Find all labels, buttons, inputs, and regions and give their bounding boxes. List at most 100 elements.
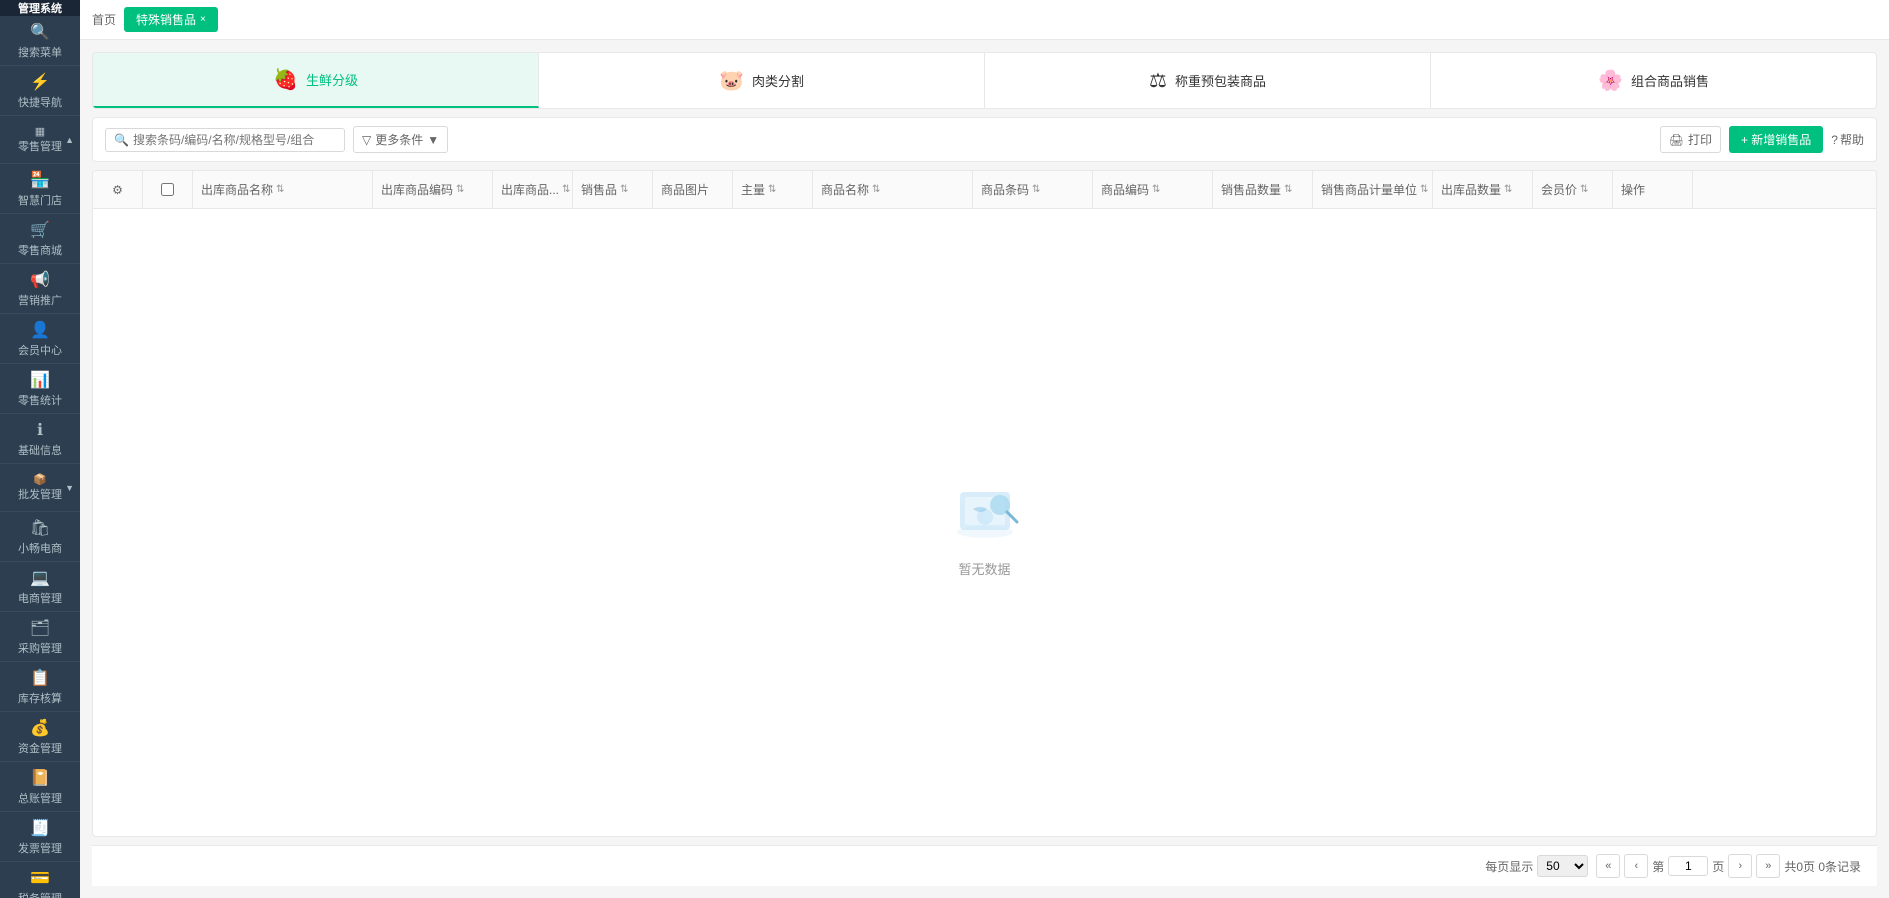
- sidebar-invoice-label: 发票管理: [18, 840, 62, 856]
- member-center-icon: 👤: [30, 320, 50, 340]
- help-button[interactable]: ? 帮助: [1831, 131, 1864, 148]
- th-out-code[interactable]: 出库商品编码 ⇅: [373, 171, 493, 208]
- th-img-label: 商品图片: [661, 181, 709, 198]
- th-product-name[interactable]: 商品名称 ⇅: [813, 171, 973, 208]
- sidebar-basic-info-label: 基础信息: [18, 442, 62, 458]
- filter-arrow-icon: ▼: [427, 133, 439, 147]
- product-type-tabs: 🍓 生鲜分级 🐷 肉类分割 ⚖ 称重预包装商品 🌸 组合商品销售: [92, 52, 1877, 109]
- sidebar-item-quick-nav[interactable]: ⚡ 快捷导航: [0, 66, 80, 116]
- sidebar-item-tax-mgmt[interactable]: 💳 税务管理: [0, 862, 80, 898]
- prev-page-button[interactable]: ‹: [1624, 854, 1648, 878]
- sort-out-code-icon: ⇅: [456, 184, 464, 195]
- sidebar-item-search-menu[interactable]: 🔍 搜索菜单: [0, 16, 80, 66]
- topbar-active-tab[interactable]: 特殊销售品 ×: [124, 7, 218, 32]
- basic-info-icon: ℹ: [37, 420, 43, 440]
- tab-weight-prepack[interactable]: ⚖ 称重预包装商品: [985, 53, 1431, 108]
- sidebar-smart-store-label: 智慧门店: [18, 192, 62, 208]
- topbar-tab-close-icon[interactable]: ×: [200, 14, 206, 25]
- tab-fresh-grade[interactable]: 🍓 生鲜分级: [93, 53, 539, 108]
- th-sale-qty[interactable]: 销售品数量 ⇅: [1213, 171, 1313, 208]
- th-weight-label: 主量: [741, 181, 765, 198]
- th-settings[interactable]: ⚙: [93, 171, 143, 208]
- th-barcode[interactable]: 商品条码 ⇅: [973, 171, 1093, 208]
- topbar: 首页 特殊销售品 ×: [80, 0, 1889, 40]
- tab-meat-cut[interactable]: 🐷 肉类分割: [539, 53, 985, 108]
- th-unit-label: 销售商品计量单位: [1321, 181, 1417, 198]
- smart-store-icon: 🏪: [30, 170, 50, 190]
- filter-button[interactable]: ▽ 更多条件 ▼: [353, 126, 448, 153]
- th-check[interactable]: [143, 171, 193, 208]
- sidebar-item-marketing[interactable]: 📢 营销推广: [0, 264, 80, 314]
- sidebar-item-retail-mall[interactable]: 🛒 零售商城: [0, 214, 80, 264]
- th-out-spec[interactable]: 出库商品... ⇅: [493, 171, 573, 208]
- th-member-price-label: 会员价: [1541, 181, 1577, 198]
- sort-member-price-icon: ⇅: [1580, 184, 1588, 195]
- tab-combo-label: 组合商品销售: [1631, 71, 1709, 90]
- th-product-code-label: 商品编码: [1101, 181, 1149, 198]
- sidebar-item-mini-ecommerce[interactable]: 🛍 小畅电商: [0, 512, 80, 562]
- tab-fresh-grade-label: 生鲜分级: [306, 70, 358, 89]
- th-weight[interactable]: 主量 ⇅: [733, 171, 813, 208]
- retail-mgmt-icon: ▦: [35, 125, 45, 138]
- page-number-input[interactable]: [1668, 856, 1708, 876]
- sidebar-item-ecommerce-mgmt[interactable]: 💻 电商管理: [0, 562, 80, 612]
- sidebar-purchase-mgmt-label: 采购管理: [18, 640, 62, 656]
- search-input[interactable]: [133, 133, 336, 147]
- toolbar-right: 🖨 打印 + 新增销售品 ? 帮助: [1660, 126, 1864, 153]
- th-unit[interactable]: 销售商品计量单位 ⇅: [1313, 171, 1433, 208]
- sort-product-code-icon: ⇅: [1152, 184, 1160, 195]
- empty-state: 暂无数据: [93, 209, 1876, 836]
- sidebar-item-inventory[interactable]: 📋 库存核算: [0, 662, 80, 712]
- th-out-code-label: 出库商品编码: [381, 181, 453, 198]
- table-header: ⚙ 出库商品名称 ⇅ 出库商品编码 ⇅ 出库商品... ⇅: [93, 171, 1876, 209]
- sidebar-mini-ecommerce-label: 小畅电商: [18, 540, 62, 556]
- last-page-button[interactable]: »: [1756, 854, 1780, 878]
- mini-ecommerce-icon: 🛍: [30, 518, 50, 538]
- sort-barcode-icon: ⇅: [1032, 184, 1040, 195]
- sidebar-item-purchase-mgmt[interactable]: 🗂 采购管理: [0, 612, 80, 662]
- th-out-qty[interactable]: 出库品数量 ⇅: [1433, 171, 1533, 208]
- print-button[interactable]: 🖨 打印: [1660, 126, 1721, 153]
- sidebar-item-member-center[interactable]: 👤 会员中心: [0, 314, 80, 364]
- fresh-grade-icon: 🍓: [273, 67, 298, 92]
- column-settings-icon: ⚙: [112, 183, 123, 197]
- sort-out-spec-icon: ⇅: [562, 184, 570, 195]
- sidebar-item-basic-info[interactable]: ℹ 基础信息: [0, 414, 80, 464]
- sidebar-item-finance-mgmt[interactable]: 💰 资金管理: [0, 712, 80, 762]
- meat-cut-icon: 🐷: [719, 68, 744, 93]
- sidebar-ecommerce-mgmt-label: 电商管理: [18, 590, 62, 606]
- sidebar-item-invoice-mgmt[interactable]: 🧾 发票管理: [0, 812, 80, 862]
- sort-out-name-icon: ⇅: [276, 184, 284, 195]
- inventory-icon: 📋: [30, 668, 50, 688]
- quick-nav-icon: ⚡: [30, 72, 50, 92]
- print-label: 打印: [1688, 131, 1712, 148]
- sidebar-item-general-ledger[interactable]: 📔 总账管理: [0, 762, 80, 812]
- sidebar-item-wholesale-mgmt[interactable]: 📦 批发管理 ▼: [0, 464, 80, 512]
- add-product-button[interactable]: + 新增销售品: [1729, 126, 1823, 153]
- th-img: 商品图片: [653, 171, 733, 208]
- search-box[interactable]: 🔍: [105, 128, 345, 152]
- page-size-select[interactable]: 10 20 50 100: [1537, 855, 1588, 877]
- th-product-code[interactable]: 商品编码 ⇅: [1093, 171, 1213, 208]
- sidebar-marketing-label: 营销推广: [18, 292, 62, 308]
- ledger-icon: 📔: [30, 768, 50, 788]
- th-member-price[interactable]: 会员价 ⇅: [1533, 171, 1613, 208]
- page-size-label: 每页显示: [1485, 858, 1533, 875]
- topbar-home-link[interactable]: 首页: [92, 11, 116, 28]
- sidebar-ledger-label: 总账管理: [18, 790, 62, 806]
- filter-label: 更多条件: [375, 131, 423, 148]
- next-page-button[interactable]: ›: [1728, 854, 1752, 878]
- sidebar-wholesale-label: 批发管理: [18, 486, 62, 502]
- sidebar-item-smart-store[interactable]: 🏪 智慧门店: [0, 164, 80, 214]
- th-sale[interactable]: 销售品 ⇅: [573, 171, 653, 208]
- sidebar-inventory-label: 库存核算: [18, 690, 62, 706]
- first-page-button[interactable]: «: [1596, 854, 1620, 878]
- tab-combo[interactable]: 🌸 组合商品销售: [1431, 53, 1876, 108]
- sidebar-item-retail-mgmt[interactable]: ▦ 零售管理 ▲: [0, 116, 80, 164]
- marketing-icon: 📢: [30, 270, 50, 290]
- select-all-checkbox[interactable]: [161, 183, 174, 196]
- th-out-name[interactable]: 出库商品名称 ⇅: [193, 171, 373, 208]
- sidebar-item-retail-stats[interactable]: 📊 零售统计: [0, 364, 80, 414]
- th-barcode-label: 商品条码: [981, 181, 1029, 198]
- sidebar: 管理系统 🔍 搜索菜单 ⚡ 快捷导航 ▦ 零售管理 ▲ 🏪 智慧门店 🛒 零售商…: [0, 0, 80, 898]
